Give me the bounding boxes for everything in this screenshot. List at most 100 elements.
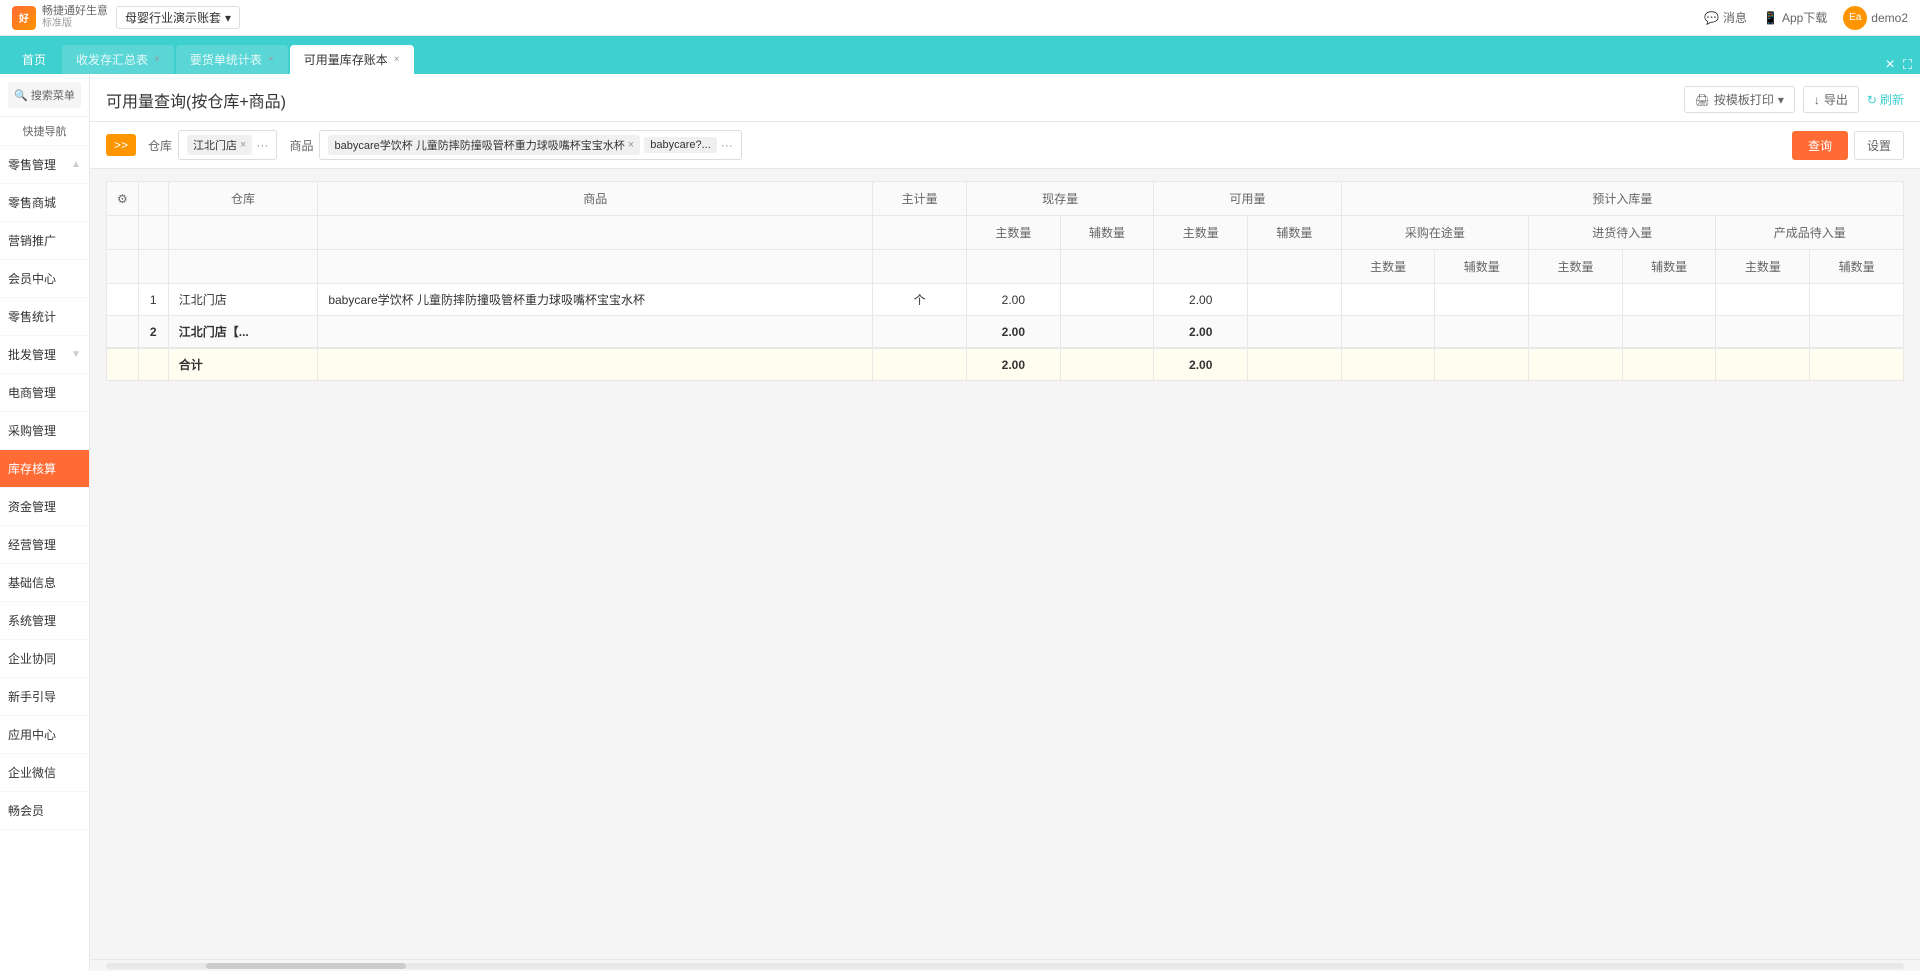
search-menu-btn[interactable]: 🔍 搜索菜单 (8, 82, 81, 108)
message-icon: 💬 (1704, 11, 1719, 25)
sidebar-item-marketing[interactable]: 营销推广 (0, 222, 89, 260)
footer-prod-aux (1810, 348, 1904, 381)
td-stock-main-2: 2.00 (966, 316, 1060, 349)
th-planned-in: 预计入库量 (1341, 182, 1903, 216)
td-warehouse-1: 江北门店 (168, 284, 318, 316)
th-stock-aux: 辅数量 (1060, 216, 1154, 250)
tab-receive-summary[interactable]: 收发存汇总表 × (62, 45, 174, 74)
refresh-icon: ↻ (1867, 93, 1877, 107)
warehouse-filter-group: 仓库 江北门店 × ··· (148, 130, 277, 160)
td-avail-main-2: 2.00 (1154, 316, 1248, 349)
expand-icon[interactable]: ⛶ (1903, 57, 1912, 73)
sidebar-item-inventory[interactable]: 库存核算 (0, 450, 89, 488)
th-proc-aux: 辅数量 (1435, 250, 1529, 284)
top-bar-right: 💬 消息 📱 App下载 Ea demo2 (1704, 6, 1908, 30)
td-inc-aux-1 (1622, 284, 1716, 316)
sidebar-item-app-center[interactable]: 应用中心 (0, 716, 89, 754)
industry-select[interactable]: 母婴行业演示账套 ▾ (116, 6, 240, 29)
th-stock-main: 主数量 (966, 216, 1060, 250)
close-all-icon[interactable]: × (1886, 56, 1895, 74)
th-sa3 (1060, 250, 1154, 284)
product-tag1: babycare学饮杯 儿童防摔防撞吸管杯重力球吸嘴杯宝宝水杯 × (328, 135, 640, 155)
industry-label: 母婴行业演示账套 (125, 9, 221, 26)
th-main-unit: 主计量 (873, 182, 967, 216)
sidebar-item-enterprise[interactable]: 企业协同 (0, 640, 89, 678)
top-bar-left: 好 畅捷通好生意 标准版 母婴行业演示账套 ▾ (12, 5, 240, 30)
export-icon: ↓ (1814, 93, 1820, 107)
quick-nav-btn[interactable]: 快捷导航 (0, 117, 89, 146)
td-unit-1: 个 (873, 284, 967, 316)
app-download-btn[interactable]: 📱 App下载 (1763, 9, 1827, 26)
query-btn[interactable]: 查询 (1792, 131, 1848, 160)
th-w3 (168, 250, 318, 284)
logo-area: 好 畅捷通好生意 标准版 (12, 5, 108, 30)
tab-order-close[interactable]: × (268, 54, 274, 65)
product-tag2: babycare?... (644, 137, 717, 153)
template-tag: 标准版 (42, 18, 108, 30)
th-unit2 (873, 216, 967, 250)
tab-available-label: 可用量库存账本 (304, 51, 388, 68)
print-template-btn[interactable]: 🖨 按模板打印 ▾ (1684, 86, 1795, 113)
filter-toggle-btn[interactable]: >> (106, 134, 136, 156)
footer-proc-main (1341, 348, 1435, 381)
tab-available-close[interactable]: × (394, 54, 400, 65)
chevron-down-icon: ▾ (225, 11, 231, 25)
product-tag1-remove[interactable]: × (628, 139, 634, 151)
td-inc-main-1 (1529, 284, 1623, 316)
sidebar-item-purchase[interactable]: 采购管理 (0, 412, 89, 450)
th-prod-header: 产成品待入量 (1716, 216, 1904, 250)
tab-home[interactable]: 首页 (8, 45, 60, 74)
scroll-thumb[interactable] (206, 963, 406, 969)
td-inc-main-2 (1529, 316, 1623, 349)
footer-label: 合计 (168, 348, 318, 381)
td-prod-aux-2 (1810, 316, 1904, 349)
td-avail-aux-2 (1248, 316, 1342, 349)
filter-bar: >> 仓库 江北门店 × ··· 商品 babycare学饮杯 儿童防摔防撞吸管… (90, 122, 1920, 169)
th-proc-header: 采购在途量 (1341, 216, 1528, 250)
td-stock-main-1: 2.00 (966, 284, 1060, 316)
sidebar-item-finance[interactable]: 资金管理 (0, 488, 89, 526)
footer-proc-aux (1435, 348, 1529, 381)
td-prod-aux-1 (1810, 284, 1904, 316)
sidebar-item-guide[interactable]: 新手引导 (0, 678, 89, 716)
chevron-down-icon2: ▼ (71, 349, 81, 360)
sidebar-item-system[interactable]: 系统管理 (0, 602, 89, 640)
td-proc-aux-1 (1435, 284, 1529, 316)
footer-avail-aux (1248, 348, 1342, 381)
sidebar-item-retail-mgmt[interactable]: 零售管理 ▲ (0, 146, 89, 184)
tab-order-stats[interactable]: 要货单统计表 × (176, 45, 288, 74)
sidebar-item-ecommerce[interactable]: 电商管理 (0, 374, 89, 412)
th-settings[interactable]: ⚙ (107, 182, 139, 216)
tab-available-stock[interactable]: 可用量库存账本 × (290, 45, 414, 74)
warehouse-tag-remove[interactable]: × (240, 139, 246, 151)
bottom-scrollbar[interactable] (90, 959, 1920, 971)
product-more-icon[interactable]: ··· (721, 138, 733, 152)
sidebar-item-member[interactable]: 畅会员 (0, 792, 89, 830)
refresh-btn[interactable]: ↻ 刷新 (1867, 91, 1904, 108)
page-title: 可用量查询(按仓库+商品) (106, 88, 286, 112)
setting-btn[interactable]: 设置 (1854, 131, 1904, 160)
message-btn[interactable]: 💬 消息 (1704, 9, 1747, 26)
th-p3 (318, 250, 873, 284)
print-icon: 🖨 (1695, 93, 1710, 107)
sidebar-item-basics[interactable]: 基础信息 (0, 564, 89, 602)
sidebar-item-member-center[interactable]: 会员中心 (0, 260, 89, 298)
avatar: Ea (1843, 6, 1867, 30)
table-area: ⚙ 仓库 商品 主计量 现存量 可用量 预计入库量 (90, 169, 1920, 959)
export-btn[interactable]: ↓ 导出 (1803, 86, 1859, 113)
sidebar-item-operations[interactable]: 经营管理 (0, 526, 89, 564)
tab-receive-close[interactable]: × (154, 54, 160, 65)
td-avail-main-1: 2.00 (1154, 284, 1248, 316)
scroll-track[interactable] (106, 963, 1904, 969)
sidebar-item-retail-stats[interactable]: 零售统计 (0, 298, 89, 336)
sidebar-item-wechat[interactable]: 企业微信 (0, 754, 89, 792)
warehouse-more-icon[interactable]: ··· (256, 138, 268, 152)
sidebar-item-wholesale[interactable]: 批发管理 ▼ (0, 336, 89, 374)
product-input[interactable]: babycare学饮杯 儿童防摔防撞吸管杯重力球吸嘴杯宝宝水杯 × babyca… (319, 130, 741, 160)
sidebar: 🔍 搜索菜单 快捷导航 零售管理 ▲ 零售商城 营销推广 会员中心 零售统计 批… (0, 74, 90, 971)
tab-order-label: 要货单统计表 (190, 51, 262, 68)
page-actions: 🖨 按模板打印 ▾ ↓ 导出 ↻ 刷新 (1684, 86, 1904, 113)
warehouse-input[interactable]: 江北门店 × ··· (178, 130, 277, 160)
user-menu[interactable]: Ea demo2 (1843, 6, 1908, 30)
sidebar-item-retail-mall[interactable]: 零售商城 (0, 184, 89, 222)
